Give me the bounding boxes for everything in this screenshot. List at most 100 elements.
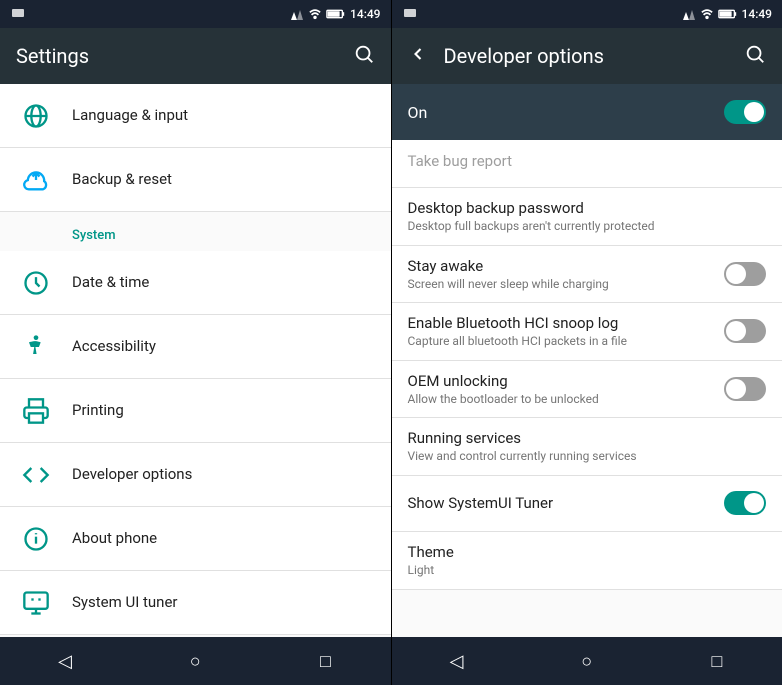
language-label: Language & input [72, 105, 375, 126]
on-label: On [408, 103, 725, 122]
search-icon-right[interactable] [744, 43, 766, 70]
settings-item-systemui[interactable]: System UI tuner [0, 571, 391, 635]
cloud-upload-icon [16, 166, 56, 194]
dev-item-oem-unlocking[interactable]: OEM unlocking Allow the bootloader to be… [392, 361, 782, 419]
settings-toolbar: Settings [0, 28, 391, 84]
status-right-icons: 14:49 [290, 7, 380, 21]
system-section-header: System [0, 212, 391, 251]
desktop-backup-label: Desktop backup password [408, 198, 767, 219]
notification-icon-right [402, 7, 418, 21]
printing-text: Printing [72, 400, 375, 421]
bluetooth-hci-text: Enable Bluetooth HCI snoop log Capture a… [408, 313, 725, 350]
on-toggle-switch[interactable] [724, 100, 766, 124]
dev-item-running-services[interactable]: Running services View and control curren… [392, 418, 782, 476]
wifi-icon-right [700, 8, 714, 20]
running-services-sublabel: View and control currently running servi… [408, 449, 767, 465]
systemui-tuner-toggle[interactable] [724, 491, 766, 515]
on-toggle-row[interactable]: On [392, 84, 782, 140]
datetime-text: Date & time [72, 272, 375, 293]
clock-icon [16, 269, 56, 297]
back-icon-dev[interactable] [408, 44, 428, 69]
systemui-tuner-thumb [744, 493, 764, 513]
print-icon [16, 397, 56, 425]
bluetooth-hci-thumb [726, 321, 746, 341]
desktop-backup-sublabel: Desktop full backups aren't currently pr… [408, 219, 767, 235]
settings-scroll: Language & input Backup & reset System [0, 84, 391, 637]
recents-button-left[interactable]: □ [295, 651, 355, 672]
dev-item-desktop-backup[interactable]: Desktop backup password Desktop full bac… [392, 188, 782, 246]
dev-item-theme[interactable]: Theme Light [392, 532, 782, 590]
systemui-tuner-text: Show SystemUI Tuner [408, 493, 725, 514]
home-button-left[interactable]: ○ [165, 651, 225, 672]
accessibility-text: Accessibility [72, 336, 375, 357]
accessibility-icon [16, 333, 56, 361]
globe-icon [16, 102, 56, 130]
status-bar-left: 14:49 [0, 0, 391, 28]
printing-label: Printing [72, 400, 375, 421]
settings-item-about[interactable]: About phone [0, 507, 391, 571]
theme-label: Theme [408, 542, 767, 563]
bluetooth-hci-toggle[interactable] [724, 319, 766, 343]
running-services-text: Running services View and control curren… [408, 428, 767, 465]
dev-toolbar: Developer options [392, 28, 782, 84]
backup-text: Backup & reset [72, 169, 375, 190]
settings-item-backup[interactable]: Backup & reset [0, 148, 391, 212]
dev-item-stay-awake[interactable]: Stay awake Screen will never sleep while… [392, 246, 782, 304]
dev-options-scroll: Take bug report Desktop backup password … [392, 140, 782, 637]
toggle-thumb-on [744, 102, 764, 122]
settings-item-accessibility[interactable]: Accessibility [0, 315, 391, 379]
oem-unlocking-sublabel: Allow the bootloader to be unlocked [408, 392, 725, 408]
back-button-right[interactable]: ◁ [427, 651, 487, 672]
about-text: About phone [72, 528, 375, 549]
stay-awake-label: Stay awake [408, 256, 725, 277]
settings-item-printing[interactable]: Printing [0, 379, 391, 443]
back-button-left[interactable]: ◁ [35, 651, 95, 672]
home-button-right[interactable]: ○ [557, 651, 617, 672]
signal-icon [290, 8, 304, 20]
developer-text: Developer options [72, 464, 375, 485]
dev-item-bluetooth-hci[interactable]: Enable Bluetooth HCI snoop log Capture a… [392, 303, 782, 361]
developer-options-panel: 14:49 Developer options On Take bug repo… [392, 0, 782, 685]
oem-unlocking-text: OEM unlocking Allow the bootloader to be… [408, 371, 725, 408]
nav-bar-right: ◁ ○ □ [392, 637, 782, 685]
settings-item-developer[interactable]: Developer options [0, 443, 391, 507]
nav-bar-left: ◁ ○ □ [0, 637, 391, 685]
stay-awake-toggle[interactable] [724, 262, 766, 286]
theme-sublabel: Light [408, 563, 767, 579]
language-text: Language & input [72, 105, 375, 126]
bluetooth-hci-label: Enable Bluetooth HCI snoop log [408, 313, 725, 334]
systemui-text: System UI tuner [72, 592, 375, 613]
settings-title: Settings [16, 44, 353, 68]
wifi-icon-left [308, 8, 322, 20]
dev-item-systemui-tuner[interactable]: Show SystemUI Tuner [392, 476, 782, 532]
code-icon [16, 461, 56, 489]
theme-text: Theme Light [408, 542, 767, 579]
time-right: 14:49 [742, 7, 772, 21]
oem-unlocking-toggle[interactable] [724, 377, 766, 401]
dev-item-bug-report[interactable]: Take bug report [392, 140, 782, 188]
settings-item-datetime[interactable]: Date & time [0, 251, 391, 315]
recents-button-right[interactable]: □ [687, 651, 747, 672]
desktop-backup-text: Desktop backup password Desktop full bac… [408, 198, 767, 235]
about-label: About phone [72, 528, 375, 549]
bug-report-label: Take bug report [408, 152, 767, 170]
datetime-label: Date & time [72, 272, 375, 293]
oem-unlocking-thumb [726, 379, 746, 399]
systemui-label: System UI tuner [72, 592, 375, 613]
oem-unlocking-label: OEM unlocking [408, 371, 725, 392]
bluetooth-hci-sublabel: Capture all bluetooth HCI packets in a f… [408, 334, 725, 350]
accessibility-label: Accessibility [72, 336, 375, 357]
systemui-tuner-label: Show SystemUI Tuner [408, 493, 725, 514]
settings-ui-icon [16, 589, 56, 617]
settings-item-language[interactable]: Language & input [0, 84, 391, 148]
running-services-label: Running services [408, 428, 767, 449]
stay-awake-text: Stay awake Screen will never sleep while… [408, 256, 725, 293]
search-icon-left[interactable] [353, 43, 375, 70]
stay-awake-thumb [726, 264, 746, 284]
dev-options-title: Developer options [444, 44, 745, 68]
battery-icon-left [326, 8, 346, 20]
status-left-right [402, 7, 418, 21]
signal-icon-right [682, 8, 696, 20]
stay-awake-sublabel: Screen will never sleep while charging [408, 277, 725, 293]
developer-label: Developer options [72, 464, 375, 485]
